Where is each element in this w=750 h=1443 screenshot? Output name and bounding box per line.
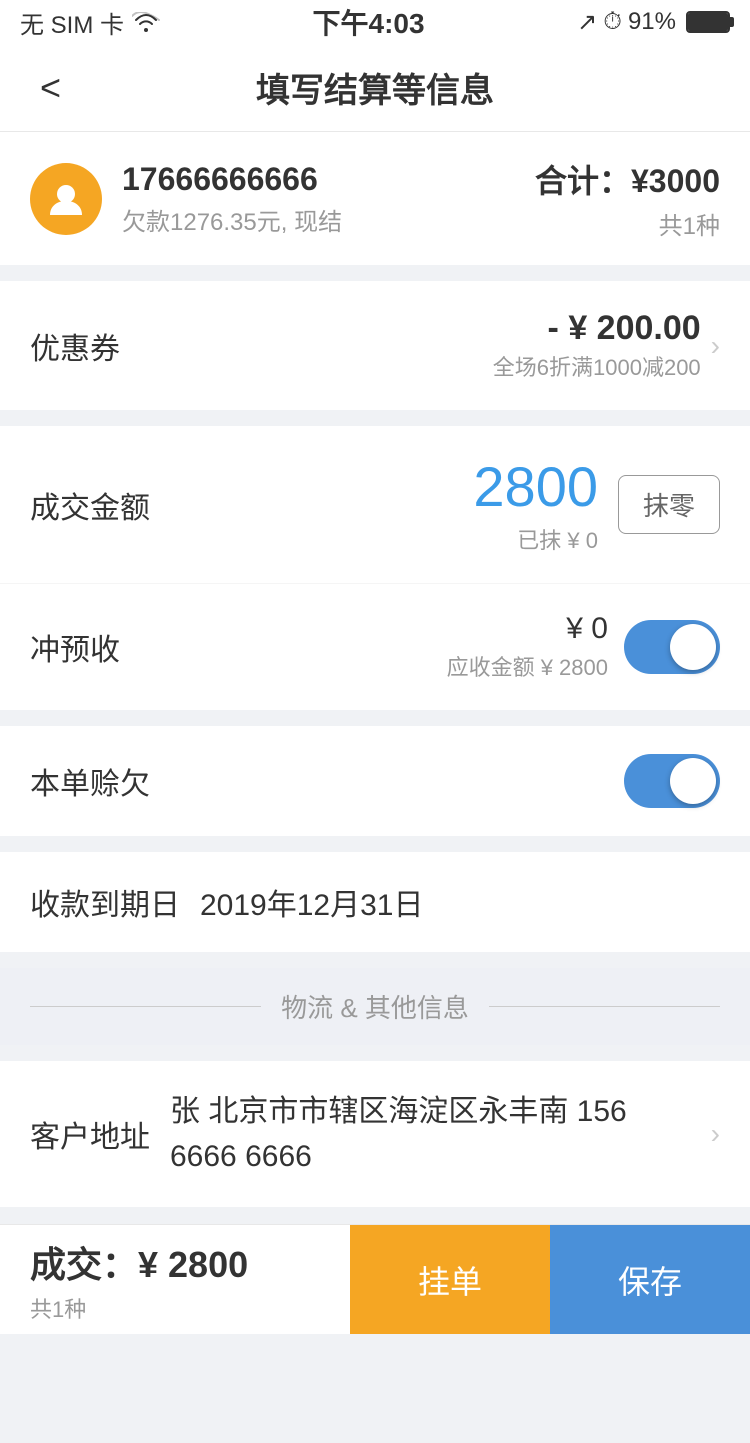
address-row[interactable]: 客户地址 张 北京市市辖区海淀区永丰南 156 6666 6666 ›: [0, 1061, 750, 1207]
address-value: 张 北京市市辖区海淀区永丰南 156 6666 6666: [170, 1089, 691, 1179]
back-button[interactable]: <: [30, 57, 71, 119]
toggle-knob: [670, 624, 716, 670]
logistics-divider: 物流 & 其他信息: [0, 968, 750, 1045]
coupon-desc: 全场6折满1000减200: [493, 350, 701, 382]
prepaid-row: 冲预收 ¥ 0 应收金额 ¥ 2800: [0, 584, 750, 710]
prepaid-right: ¥ 0 应收金额 ¥ 2800: [447, 612, 720, 682]
amount-value: 2800: [473, 454, 598, 519]
prepaid-sub: 应收金额 ¥ 2800: [447, 650, 608, 682]
amount-row: 成交金额 2800 已抹 ¥ 0 抹零: [0, 426, 750, 584]
nav-bar: < 填写结算等信息: [0, 44, 750, 132]
coupon-row[interactable]: 优惠券 - ¥ 200.00 全场6折满1000减200 ›: [0, 281, 750, 410]
transaction-section: 成交金额 2800 已抹 ¥ 0 抹零 冲预收 ¥ 0 应收金额 ¥ 2800: [0, 426, 750, 710]
debt-toggle-knob: [670, 758, 716, 804]
avatar-icon: [46, 179, 86, 219]
address-label: 客户地址: [30, 1112, 150, 1156]
amount-label: 成交金额: [30, 483, 150, 527]
customer-card: 17666666666 欠款1276.35元, 现结 合计：¥3000 共1种: [0, 132, 750, 265]
deal-label: 成交：: [30, 1244, 138, 1285]
divider-text: 物流 & 其他信息: [281, 988, 469, 1025]
status-time: 下午4:03: [313, 2, 425, 42]
status-right: ↗ ⏱ 91%: [577, 8, 730, 37]
round-button[interactable]: 抹零: [618, 475, 720, 534]
amount-right: 2800 已抹 ¥ 0 抹零: [473, 454, 720, 555]
coupon-discount: - ¥ 200.00: [493, 309, 701, 348]
customer-info-left: 17666666666 欠款1276.35元, 现结: [30, 161, 342, 237]
hold-button[interactable]: 挂单: [350, 1225, 550, 1334]
customer-info: 17666666666 欠款1276.35元, 现结: [122, 161, 342, 237]
debt-toggle[interactable]: [624, 754, 720, 808]
prepaid-amount: ¥ 0: [447, 612, 608, 646]
page-title: 填写结算等信息: [256, 63, 494, 112]
location-icon: ↗: [577, 8, 597, 37]
prepaid-toggle[interactable]: [624, 620, 720, 674]
customer-phone: 17666666666: [122, 161, 342, 198]
due-date-row: 收款到期日 2019年12月31日: [0, 852, 750, 952]
total-amount: 合计：¥3000: [535, 156, 720, 202]
status-bar: 无 SIM 卡 下午4:03 ↗ ⏱ 91%: [0, 0, 750, 44]
save-button[interactable]: 保存: [550, 1225, 750, 1334]
prepaid-value-area: ¥ 0 应收金额 ¥ 2800: [447, 612, 608, 682]
prepaid-label: 冲预收: [30, 625, 120, 669]
battery-icon: [686, 11, 730, 33]
coupon-text-area: - ¥ 200.00 全场6折满1000减200: [493, 309, 701, 382]
divider-line-left: [30, 1006, 261, 1007]
debt-label: 本单赊欠: [30, 759, 150, 803]
wifi-icon: [132, 12, 160, 32]
address-chevron-icon: ›: [711, 1118, 720, 1150]
clock-icon: ⏱: [603, 8, 622, 36]
avatar: [30, 163, 102, 235]
bottom-deal-count: 共1种: [30, 1292, 320, 1324]
coupon-chevron-icon: ›: [711, 330, 720, 362]
bottom-bar: 成交：¥ 2800 共1种 挂单 保存: [0, 1224, 750, 1334]
debt-section: 本单赊欠: [0, 726, 750, 836]
battery-percent: 91%: [628, 8, 676, 36]
customer-total: 合计：¥3000 共1种: [535, 156, 720, 241]
due-date-value: 2019年12月31日: [200, 880, 423, 924]
customer-debt: 欠款1276.35元, 现结: [122, 202, 342, 237]
amount-value-area: 2800 已抹 ¥ 0: [473, 454, 598, 555]
status-left: 无 SIM 卡: [20, 5, 160, 40]
total-count: 共1种: [535, 206, 720, 241]
bottom-info: 成交：¥ 2800 共1种: [0, 1225, 350, 1334]
deal-amount: ¥ 2800: [138, 1244, 248, 1285]
coupon-label: 优惠券: [30, 324, 120, 368]
bottom-deal-amount: 成交：¥ 2800: [30, 1236, 320, 1288]
due-date-label: 收款到期日: [30, 880, 180, 924]
debt-row: 本单赊欠: [0, 726, 750, 836]
divider-line-right: [489, 1006, 720, 1007]
coupon-right: - ¥ 200.00 全场6折满1000减200 ›: [493, 309, 720, 382]
no-sim-text: 无 SIM 卡: [20, 5, 124, 40]
amount-sub: 已抹 ¥ 0: [473, 523, 598, 555]
